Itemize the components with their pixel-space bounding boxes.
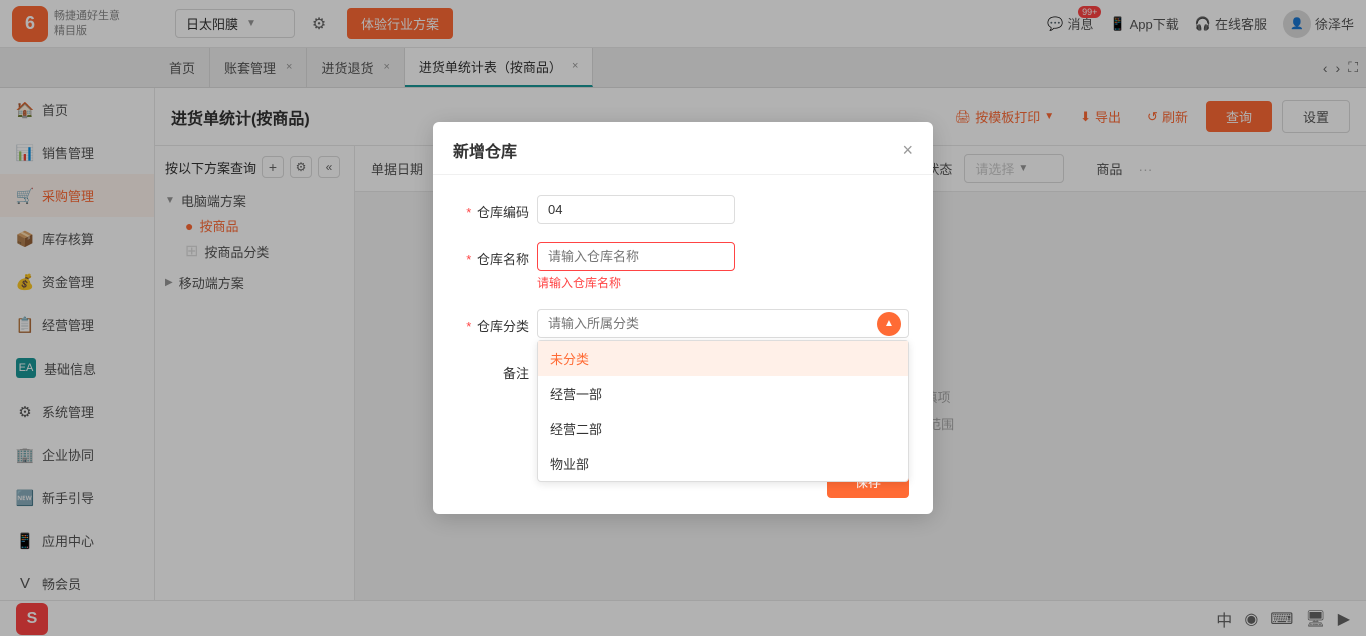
modal-header: 新增仓库 × [433, 122, 933, 175]
category-wrapper: ▲ 未分类 经营一部 经营二部 物业部 [537, 309, 909, 338]
dropdown-item-property[interactable]: 物业部 [538, 446, 908, 481]
category-toggle-btn[interactable]: ▲ [877, 312, 901, 336]
name-input-wrapper: 请输入仓库名称 [537, 242, 909, 291]
code-input-wrapper [537, 195, 909, 224]
modal-overlay[interactable]: 新增仓库 × * 仓库编码 * 仓库名称 [0, 0, 1366, 636]
name-label: * 仓库名称 [457, 242, 537, 268]
modal-title: 新增仓库 [453, 138, 517, 162]
form-row-name: * 仓库名称 请输入仓库名称 [457, 242, 909, 291]
name-input[interactable] [537, 242, 735, 271]
modal-body: * 仓库编码 * 仓库名称 请输入仓库名称 [433, 175, 933, 453]
code-label: * 仓库编码 [457, 195, 537, 221]
form-row-category: * 仓库分类 ▲ 未分类 经营一部 经营二部 物业部 [457, 309, 909, 338]
name-error-msg: 请输入仓库名称 [537, 274, 909, 291]
category-label: * 仓库分类 [457, 309, 537, 335]
dropdown-item-unclassified[interactable]: 未分类 [538, 341, 908, 376]
code-input[interactable] [537, 195, 735, 224]
add-warehouse-modal: 新增仓库 × * 仓库编码 * 仓库名称 [433, 122, 933, 514]
category-dropdown: 未分类 经营一部 经营二部 物业部 [537, 340, 909, 482]
dropdown-item-dept1[interactable]: 经营一部 [538, 376, 908, 411]
category-input[interactable] [537, 309, 909, 338]
form-row-code: * 仓库编码 [457, 195, 909, 224]
dropdown-item-dept2[interactable]: 经营二部 [538, 411, 908, 446]
notes-label: 备注 [457, 356, 537, 382]
modal-close-btn[interactable]: × [902, 141, 913, 159]
